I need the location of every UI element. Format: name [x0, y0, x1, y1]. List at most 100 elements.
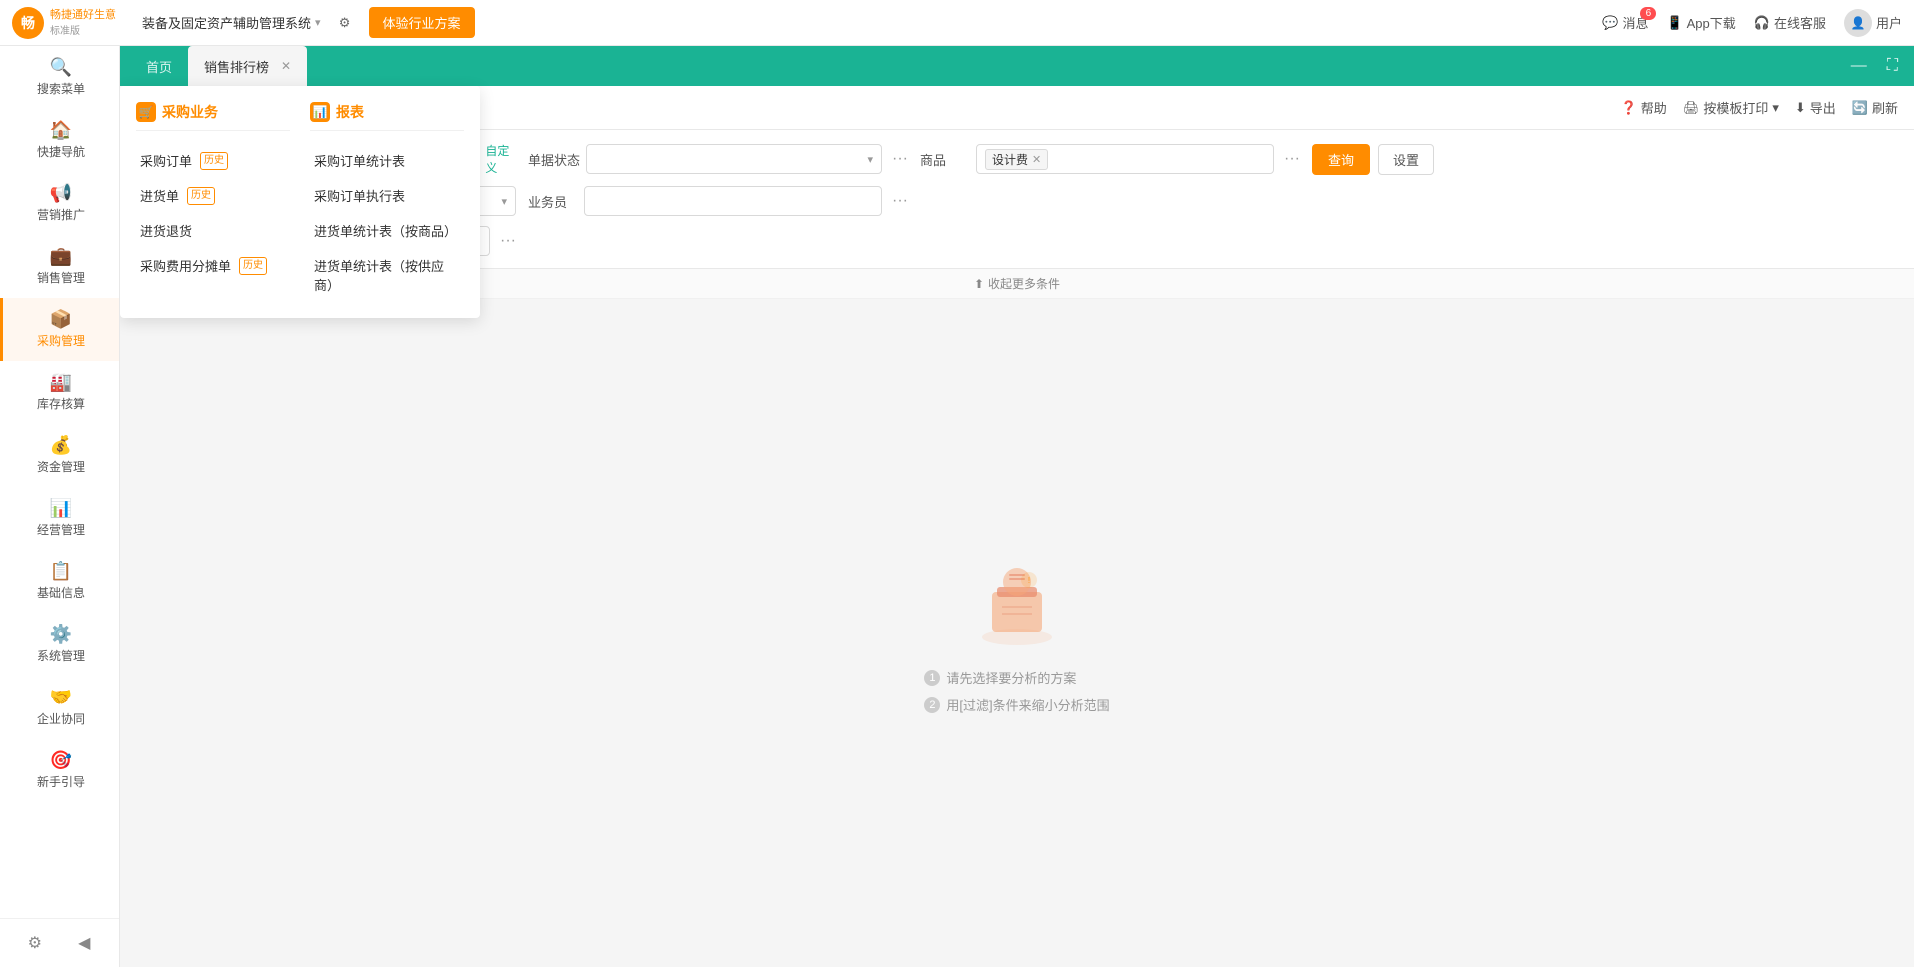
empty-tip-1: 1 请先选择要分析的方案 — [924, 668, 1109, 687]
content-area: 首页 销售排行榜 ✕ — ⛶ 🛒 采购业务 采购订单 历史 — [120, 46, 1914, 967]
sidebar-item-search[interactable]: 🔍 搜索菜单 — [0, 46, 119, 109]
menu-item-goods-return[interactable]: 进货退货 — [136, 213, 290, 248]
report-col-icon: 📊 — [310, 102, 330, 122]
tip-num-1: 1 — [924, 670, 940, 686]
empty-illustration: ! — [967, 552, 1067, 652]
salesperson-filter: 业务员 ··· — [528, 186, 908, 216]
setting-button[interactable]: 设置 — [1378, 144, 1434, 175]
voucher-status-more-icon[interactable]: ··· — [892, 150, 908, 168]
sidebar-item-marketing[interactable]: 📢 营销推广 — [0, 172, 119, 235]
tab-home[interactable]: 首页 — [130, 46, 188, 86]
purchase-fee-badge: 历史 — [239, 257, 267, 275]
voucher-status-filter: 单据状态 ▾ ··· — [528, 144, 908, 174]
home-icon: 🏠 — [50, 121, 72, 139]
salesperson-label: 业务员 — [528, 192, 578, 211]
help-icon: ❓ — [1621, 100, 1637, 116]
tip-num-2: 2 — [924, 697, 940, 713]
dropdown-menu: 🛒 采购业务 采购订单 历史 进货单 历史 进货退货 采购费用分摊单 历史 — [120, 86, 480, 318]
sidebar-item-basic[interactable]: 📋 基础信息 — [0, 550, 119, 613]
sales-icon: 💼 — [50, 247, 72, 265]
export-icon: ⬇ — [1795, 100, 1806, 116]
tab-minimize-icon[interactable]: — — [1845, 55, 1873, 77]
print-chevron-icon[interactable]: ▾ — [1772, 100, 1779, 116]
settings-icon[interactable]: ⚙ — [331, 9, 359, 37]
message-button[interactable]: 💬 消息 6 — [1602, 13, 1648, 32]
avatar: 👤 — [1844, 9, 1872, 37]
sidebar-item-operation[interactable]: 📊 经营管理 — [0, 487, 119, 550]
chevron-down-icon[interactable]: ▾ — [315, 16, 321, 29]
system-icon: ⚙️ — [50, 625, 72, 643]
action-buttons: 查询 设置 — [1312, 144, 1434, 175]
sidebar-item-inventory[interactable]: 🏭 库存核算 — [0, 361, 119, 424]
sidebar-item-finance[interactable]: 💰 资金管理 — [0, 424, 119, 487]
search-icon: 🔍 — [50, 58, 72, 76]
enterprise-icon: 🤝 — [50, 688, 72, 706]
operation-icon: 📊 — [50, 499, 72, 517]
purchase-col-icon: 🛒 — [136, 102, 156, 122]
export-button[interactable]: ⬇ 导出 — [1795, 98, 1836, 117]
inventory-icon: 🏭 — [50, 373, 72, 391]
refresh-button[interactable]: 🔄 刷新 — [1852, 98, 1898, 117]
online-service-button[interactable]: 🎧 在线客服 — [1754, 13, 1826, 32]
menu-item-purchase-order-exe[interactable]: 采购订单执行表 — [310, 178, 464, 213]
query-button[interactable]: 查询 — [1312, 144, 1370, 175]
purchase-icon: 📦 — [50, 310, 72, 328]
sidebar-collapse-button[interactable]: ◀ — [70, 929, 98, 957]
customer-more-icon[interactable]: ··· — [500, 232, 516, 250]
main-layout: 🔍 搜索菜单 🏠 快捷导航 📢 营销推广 💼 销售管理 📦 采购管理 🏭 库存核… — [0, 46, 1914, 967]
rank-item-chevron-icon: ▾ — [501, 195, 507, 208]
purchase-col-title: 🛒 采购业务 — [136, 102, 290, 131]
report-menu-col: 📊 报表 采购订单统计表 采购订单执行表 进货单统计表（按商品） 进货单统计表（… — [310, 102, 464, 302]
guide-icon: 🎯 — [50, 751, 72, 769]
goods-more-icon[interactable]: ··· — [1284, 150, 1300, 168]
tab-close-icon[interactable]: ✕ — [281, 59, 291, 73]
help-button[interactable]: ❓ 帮助 — [1621, 98, 1667, 117]
topbar: 畅 畅捷通好生意 标准版 装备及固定资产辅助管理系统 ▾ ⚙ 体验行业方案 💬 … — [0, 0, 1914, 46]
system-name: 装备及固定资产辅助管理系统 ▾ — [142, 13, 321, 32]
menu-item-goods-stat-goods[interactable]: 进货单统计表（按商品） — [310, 213, 464, 248]
sidebar-item-purchase[interactable]: 📦 采购管理 — [0, 298, 119, 361]
menu-item-purchase-order[interactable]: 采购订单 历史 — [136, 143, 290, 178]
sidebar: 🔍 搜索菜单 🏠 快捷导航 📢 营销推广 💼 销售管理 📦 采购管理 🏭 库存核… — [0, 46, 120, 967]
print-button[interactable]: 🖨 按模板打印 ▾ — [1683, 98, 1779, 117]
sidebar-item-sales[interactable]: 💼 销售管理 — [0, 235, 119, 298]
sidebar-item-guide[interactable]: 🎯 新手引导 — [0, 739, 119, 802]
menu-item-purchase-fee[interactable]: 采购费用分摊单 历史 — [136, 248, 290, 283]
sidebar-bottom: ⚙ ◀ — [0, 918, 119, 967]
collapse-icon: ⬆ — [974, 277, 984, 291]
industry-button[interactable]: 体验行业方案 — [369, 7, 475, 38]
tab-sales-rank[interactable]: 销售排行榜 ✕ — [188, 46, 307, 86]
refresh-icon: 🔄 — [1852, 100, 1868, 116]
menu-item-purchase-order-stat[interactable]: 采购订单统计表 — [310, 143, 464, 178]
message-icon: 💬 — [1602, 15, 1618, 31]
voucher-status-select[interactable]: ▾ — [586, 144, 882, 174]
goods-tag-input[interactable]: 设计费 ✕ — [976, 144, 1274, 174]
headset-icon: 🎧 — [1754, 15, 1770, 31]
phone-icon: 📱 — [1666, 15, 1682, 31]
salesperson-select[interactable] — [584, 186, 882, 216]
message-badge: 6 — [1640, 7, 1656, 20]
svg-text:!: ! — [1028, 576, 1030, 585]
quick-date-custom[interactable]: 自定义 — [485, 142, 516, 176]
empty-state: ! 1 请先选择要分析的方案 2 用[过滤]条件来缩小分析范围 — [120, 299, 1914, 967]
sidebar-item-system[interactable]: ⚙️ 系统管理 — [0, 613, 119, 676]
salesperson-more-icon[interactable]: ··· — [892, 192, 908, 210]
sidebar-item-enterprise[interactable]: 🤝 企业协同 — [0, 676, 119, 739]
empty-tip-2: 2 用[过滤]条件来缩小分析范围 — [924, 695, 1109, 714]
menu-item-goods-receipt[interactable]: 进货单 历史 — [136, 178, 290, 213]
app-download-button[interactable]: 📱 App下载 — [1666, 13, 1735, 32]
svg-text:畅: 畅 — [21, 15, 35, 31]
tab-bar-actions: — ⛶ — [1845, 55, 1904, 77]
user-menu[interactable]: 👤 用户 — [1844, 9, 1902, 37]
tab-bar: 首页 销售排行榜 ✕ — ⛶ — [120, 46, 1914, 86]
finance-icon: 💰 — [50, 436, 72, 454]
basic-icon: 📋 — [50, 562, 72, 580]
menu-item-goods-stat-supplier[interactable]: 进货单统计表（按供应商） — [310, 248, 464, 302]
sidebar-item-nav[interactable]: 🏠 快捷导航 — [0, 109, 119, 172]
goods-tag-remove-icon[interactable]: ✕ — [1032, 153, 1041, 166]
tab-maximize-icon[interactable]: ⛶ — [1881, 55, 1904, 77]
sidebar-settings-button[interactable]: ⚙ — [21, 929, 49, 957]
logo-sub: 标准版 — [50, 22, 116, 37]
voucher-status-label: 单据状态 — [528, 150, 580, 169]
goods-label: 商品 — [920, 150, 970, 169]
